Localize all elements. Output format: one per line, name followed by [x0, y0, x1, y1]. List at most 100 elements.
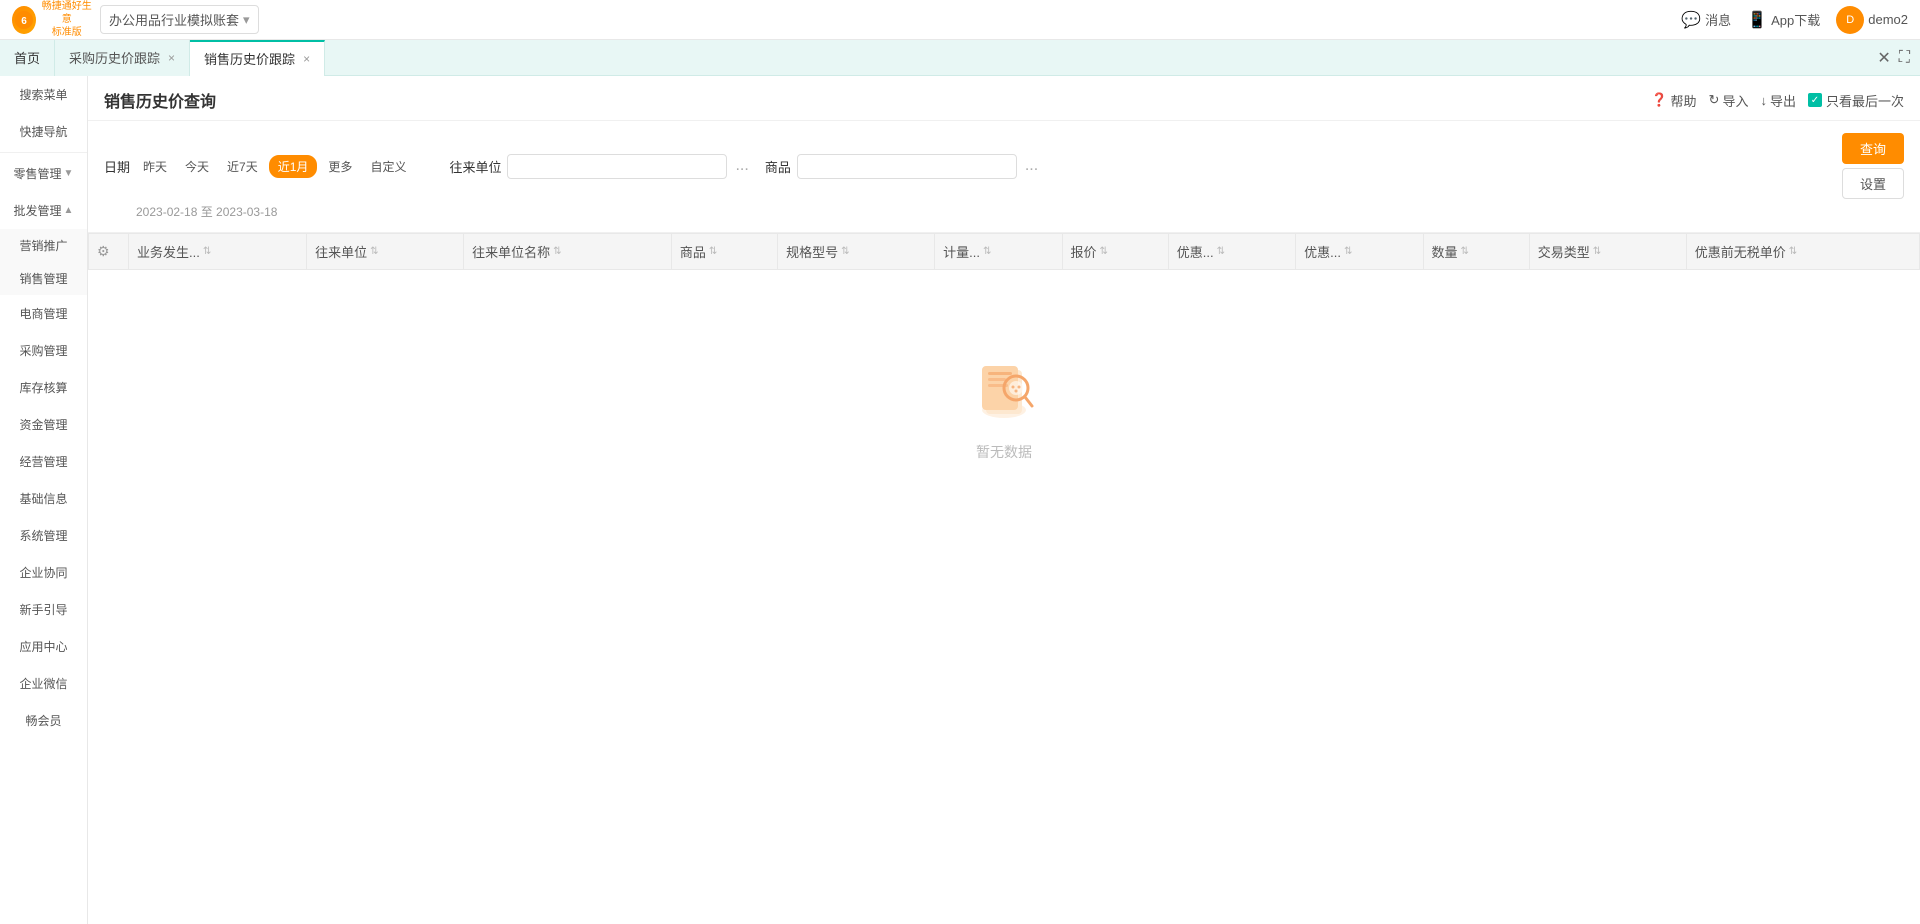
date-range-text: 2023-02-18 至 2023-03-18: [136, 205, 277, 219]
gear-icon[interactable]: ⚙: [97, 243, 110, 259]
help-icon: ❓: [1651, 92, 1667, 108]
page-header: 销售历史价查询 ❓ 帮助 ↻ 导入 ↓ 导出 ✓: [88, 76, 1920, 121]
sort-icon-trade-type[interactable]: ⇅: [1593, 246, 1601, 257]
sidebar-item-enterprise-wechat[interactable]: 企业微信: [0, 665, 87, 702]
date-btn-today[interactable]: 今天: [178, 155, 216, 178]
marketing-label: 营销推广: [19, 237, 67, 254]
tab-sales-close-icon[interactable]: ×: [303, 52, 310, 66]
chevron-down-icon: ▼: [64, 168, 74, 179]
retail-mgmt-label: 零售管理: [14, 165, 62, 182]
col-counterparty-name: 往来单位名称 ⇅: [464, 234, 672, 270]
tab-purchase-history[interactable]: 采购历史价跟踪 ×: [55, 40, 190, 76]
sidebar-item-inventory[interactable]: 库存核算: [0, 369, 87, 406]
quick-nav-label: 快捷导航: [19, 123, 67, 140]
sidebar-item-marketing[interactable]: 营销推广: [0, 229, 87, 262]
sort-icon-quantity[interactable]: ⇅: [1461, 246, 1469, 257]
settings-button[interactable]: 设置: [1842, 168, 1904, 199]
page-container: 销售历史价查询 ❓ 帮助 ↻ 导入 ↓ 导出 ✓: [88, 76, 1920, 924]
data-table: ⚙ 业务发生... ⇅ 往来单位: [88, 233, 1920, 270]
top-bar-right: 💬 消息 📱 App下载 D demo2: [1681, 6, 1908, 34]
logo-icon: 6: [12, 6, 36, 34]
sidebar-item-finance[interactable]: 资金管理: [0, 406, 87, 443]
col-quantity: 数量 ⇅: [1423, 234, 1529, 270]
sidebar-item-quick-nav[interactable]: 快捷导航: [0, 113, 87, 150]
sort-icon-goods[interactable]: ⇅: [709, 246, 717, 257]
chevron-down-icon: ▾: [243, 12, 250, 28]
sidebar-item-membership[interactable]: 畅会员: [0, 702, 87, 739]
table-container: ⚙ 业务发生... ⇅ 往来单位: [88, 233, 1920, 542]
app-center-label: 应用中心: [19, 638, 67, 655]
wholesale-mgmt-label: 批发管理: [14, 202, 62, 219]
search-menu-label: 搜索菜单: [19, 86, 67, 103]
page-header-actions: ❓ 帮助 ↻ 导入 ↓ 导出 ✓ 只看最后一次: [1651, 91, 1904, 110]
guide-label: 新手引导: [19, 601, 67, 618]
sidebar-item-ecommerce[interactable]: 电商管理: [0, 295, 87, 332]
sidebar-item-operations[interactable]: 经营管理: [0, 443, 87, 480]
tab-sales-history[interactable]: 销售历史价跟踪 ×: [190, 40, 325, 76]
basic-info-label: 基础信息: [19, 490, 67, 507]
date-label: 日期: [104, 157, 130, 176]
date-btn-yesterday[interactable]: 昨天: [136, 155, 174, 178]
tab-fullscreen-btn[interactable]: ⛶: [1899, 49, 1910, 67]
sidebar: 搜索菜单 快捷导航 零售管理 ▼ 批发管理 ▲ 营销推广 销售管理 电商管理 采…: [0, 76, 88, 924]
sidebar-item-retail-mgmt[interactable]: 零售管理 ▼: [0, 155, 87, 192]
sort-icon-pretax-price[interactable]: ⇅: [1789, 246, 1797, 257]
sidebar-item-search-menu[interactable]: 搜索菜单: [0, 76, 87, 113]
tab-home[interactable]: 首页: [0, 40, 55, 76]
sort-icon-discount2[interactable]: ⇅: [1344, 246, 1352, 257]
sidebar-item-app-center[interactable]: 应用中心: [0, 628, 87, 665]
sidebar-item-wholesale-mgmt[interactable]: 批发管理 ▲: [0, 192, 87, 229]
sidebar-item-enterprise[interactable]: 企业协同: [0, 554, 87, 591]
empty-text: 暂无数据: [976, 442, 1032, 462]
sidebar-item-guide[interactable]: 新手引导: [0, 591, 87, 628]
col-settings: ⚙: [89, 234, 129, 270]
inventory-label: 库存核算: [19, 379, 67, 396]
export-action[interactable]: ↓ 导出: [1760, 91, 1796, 110]
date-btn-custom[interactable]: 自定义: [363, 155, 413, 178]
sidebar-submenu: 营销推广 销售管理: [0, 229, 87, 295]
goods-filter: 商品 ...: [765, 154, 1038, 179]
page-title: 销售历史价查询: [104, 88, 216, 112]
only-last-action[interactable]: ✓ 只看最后一次: [1808, 91, 1904, 110]
counterparty-filter: 往来单位 ...: [449, 154, 748, 179]
date-btn-last7[interactable]: 近7天: [220, 155, 265, 178]
table-header-row: ⚙ 业务发生... ⇅ 往来单位: [89, 234, 1920, 270]
sort-icon-discount1[interactable]: ⇅: [1217, 246, 1225, 257]
sidebar-divider-1: [0, 152, 87, 153]
tab-purchase-close-icon[interactable]: ×: [168, 51, 175, 65]
help-action[interactable]: ❓ 帮助: [1651, 91, 1696, 110]
message-icon: 💬: [1681, 10, 1701, 30]
import-icon: ↻: [1709, 92, 1720, 108]
date-btn-last1m[interactable]: 近1月: [269, 155, 318, 178]
tab-sales-history-label: 销售历史价跟踪: [204, 49, 295, 68]
sort-icon-counterparty-id[interactable]: ⇅: [370, 246, 378, 257]
user-action[interactable]: D demo2: [1836, 6, 1908, 34]
message-action[interactable]: 💬 消息: [1681, 10, 1731, 30]
sort-icon-quote[interactable]: ⇅: [1100, 246, 1108, 257]
date-btn-more[interactable]: 更多: [321, 155, 359, 178]
goods-input[interactable]: [797, 154, 1017, 179]
sidebar-item-basic-info[interactable]: 基础信息: [0, 480, 87, 517]
import-action[interactable]: ↻ 导入: [1709, 91, 1749, 110]
sidebar-item-system[interactable]: 系统管理: [0, 517, 87, 554]
sidebar-item-purchase-mgmt[interactable]: 采购管理: [0, 332, 87, 369]
query-button[interactable]: 查询: [1842, 133, 1904, 164]
col-discount2: 优惠... ⇅: [1296, 234, 1423, 270]
counterparty-input[interactable]: [507, 154, 727, 179]
col-trade-type: 交易类型 ⇅: [1529, 234, 1686, 270]
sort-icon-biz-date[interactable]: ⇅: [203, 246, 211, 257]
goods-dots-btn[interactable]: ...: [1025, 157, 1038, 175]
enterprise-wechat-label: 企业微信: [19, 675, 67, 692]
col-goods: 商品 ⇅: [671, 234, 777, 270]
app-selector[interactable]: 办公用品行业模拟账套 ▾: [100, 5, 259, 34]
sidebar-item-sales-mgmt[interactable]: 销售管理: [0, 262, 87, 295]
empty-icon: [964, 350, 1044, 430]
sort-icon-spec[interactable]: ⇅: [841, 246, 849, 257]
sort-icon-counterparty-name[interactable]: ⇅: [553, 246, 561, 257]
only-last-checkbox[interactable]: ✓: [1808, 93, 1822, 107]
counterparty-dots-btn[interactable]: ...: [735, 157, 748, 175]
col-pretax-price: 优惠前无税单价 ⇅: [1686, 234, 1919, 270]
app-download-action[interactable]: 📱 App下载: [1747, 10, 1820, 30]
sort-icon-unit[interactable]: ⇅: [983, 246, 991, 257]
tab-close-all-btn[interactable]: ✕: [1877, 48, 1890, 68]
